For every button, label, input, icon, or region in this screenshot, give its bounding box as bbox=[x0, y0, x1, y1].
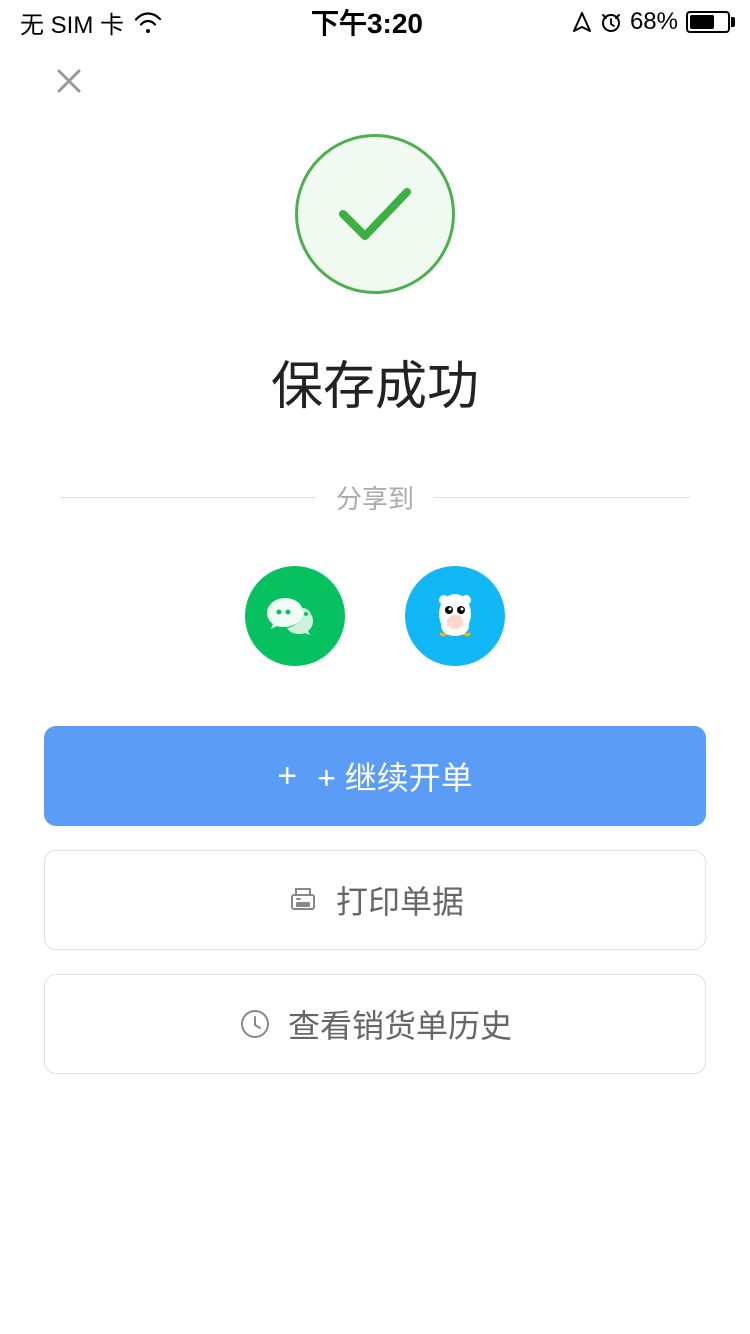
qq-logo bbox=[425, 586, 485, 646]
view-history-button[interactable]: 查看销货单历史 bbox=[44, 974, 706, 1074]
close-button[interactable] bbox=[44, 56, 94, 106]
divider-row: 分享到 bbox=[60, 479, 690, 516]
success-circle bbox=[295, 134, 455, 294]
checkmark-icon bbox=[335, 184, 415, 244]
print-icon bbox=[286, 883, 320, 917]
continue-order-label: + 继续开单 bbox=[317, 753, 473, 799]
qq-share-button[interactable] bbox=[405, 566, 505, 666]
wifi-icon bbox=[134, 11, 162, 33]
status-right: 68% bbox=[572, 8, 730, 36]
success-title: 保存成功 bbox=[271, 344, 479, 419]
actions: + + 继续开单 打印单据 查看销货单历史 bbox=[0, 726, 750, 1074]
share-section: 分享到 bbox=[0, 479, 750, 666]
wechat-logo bbox=[265, 590, 325, 642]
print-receipt-button[interactable]: 打印单据 bbox=[44, 850, 706, 950]
share-icons bbox=[245, 566, 505, 666]
history-icon bbox=[238, 1007, 272, 1041]
status-left: 无 SIM 卡 bbox=[20, 5, 162, 40]
carrier-text: 无 SIM 卡 bbox=[20, 5, 124, 40]
main-content: 保存成功 分享到 bbox=[0, 44, 750, 1074]
battery-indicator bbox=[686, 11, 730, 33]
close-icon bbox=[53, 65, 85, 97]
alarm-icon bbox=[600, 11, 622, 33]
share-label: 分享到 bbox=[336, 479, 414, 516]
status-bar: 无 SIM 卡 下午3:20 68% bbox=[0, 0, 750, 44]
wechat-share-button[interactable] bbox=[245, 566, 345, 666]
continue-order-button[interactable]: + + 继续开单 bbox=[44, 726, 706, 826]
continue-order-icon: + bbox=[277, 757, 297, 796]
divider-right bbox=[434, 497, 690, 498]
battery-percentage: 68% bbox=[630, 8, 678, 36]
view-history-label: 查看销货单历史 bbox=[288, 1001, 512, 1047]
location-icon bbox=[572, 11, 592, 33]
print-receipt-label: 打印单据 bbox=[336, 877, 464, 923]
status-time: 下午3:20 bbox=[311, 2, 423, 42]
divider-left bbox=[60, 497, 316, 498]
